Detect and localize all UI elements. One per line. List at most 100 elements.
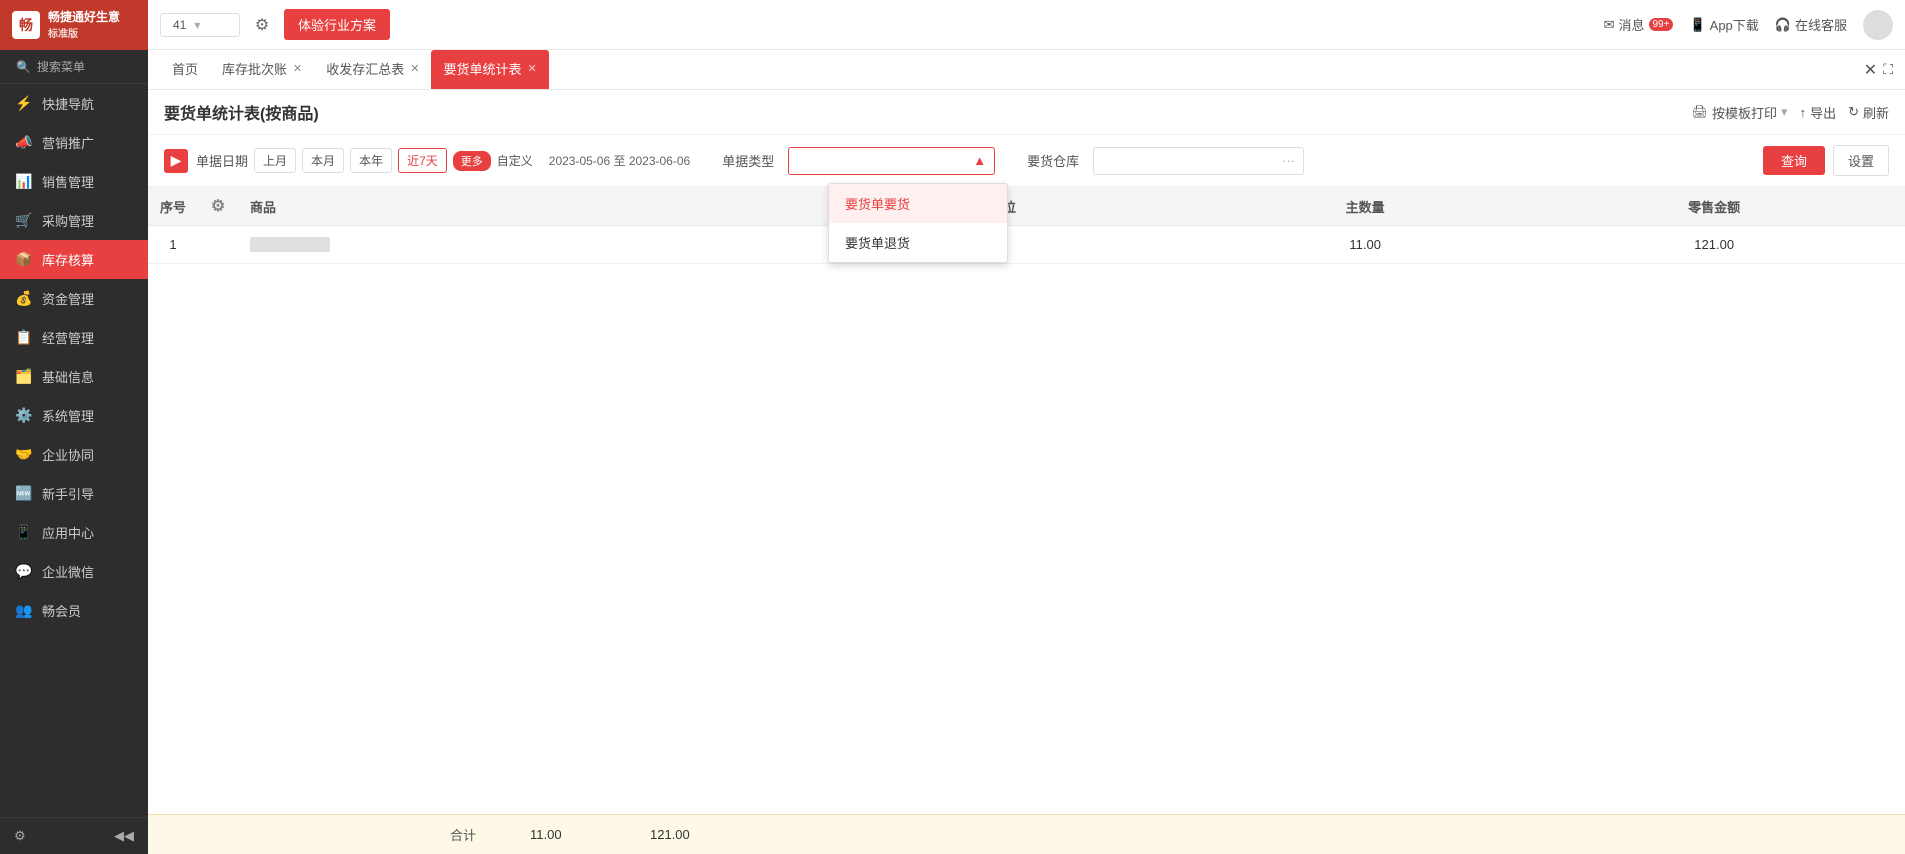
col-amount-header: 零售金额 [1523,187,1905,226]
close-tab-button[interactable]: ✕ [1864,60,1877,80]
type-select-caret-icon[interactable]: ▲ [973,153,986,168]
settings-button[interactable]: 设置 [1833,145,1889,176]
appstore-icon: 📱 [14,524,34,541]
topbar: 41 ▾ ⚙ 体验行业方案 ✉ 消息 99+ 📱 App下载 🎧 在线客服 [148,0,1905,50]
purchase-icon: 🛒 [14,212,34,229]
topbar-left: 41 ▾ ⚙ 体验行业方案 [160,9,1604,40]
print-action[interactable]: 🖨 按模板打印 ▾ [1692,103,1788,122]
logo-text: 畅捷通好生意 标准版 [48,10,120,39]
close-recv-send-tab-icon[interactable]: ✕ [410,62,419,75]
sidebar-item-system[interactable]: ⚙️ 系统管理 [0,396,148,435]
warehouse-select-input[interactable] [1102,153,1278,168]
maximize-tab-button[interactable]: ⛶ [1883,61,1893,78]
col-settings-header[interactable]: ⚙ [198,187,238,226]
tab-inventory-batch[interactable]: 库存批次账 ✕ [210,50,314,89]
cell-product [238,226,760,264]
type-select-box[interactable]: ▲ [788,147,995,175]
company-dropdown[interactable]: 41 ▾ [160,13,240,37]
sidebar-item-finance[interactable]: 💰 资金管理 [0,279,148,318]
cell-settings [198,226,238,264]
date-range-display: 2023-05-06 至 2023-06-06 [549,152,690,169]
warehouse-more-icon[interactable]: ··· [1282,153,1295,168]
cell-quantity: 11.00 [1207,226,1523,264]
basic-icon: 🗂️ [14,368,34,385]
date-filter-group: 单据日期 上月 本月 本年 近7天 更多 自定义 [196,148,533,173]
tab-recv-send-summary[interactable]: 收发存汇总表 ✕ [314,50,431,89]
sidebar-item-appstore[interactable]: 📱 应用中心 [0,513,148,552]
sidebar: 畅 畅捷通好生意 标准版 🔍 搜索菜单 ⚡ 快捷导航 📣 营销推广 📊 销售管理… [0,0,148,854]
sidebar-item-wechat[interactable]: 💬 企业微信 [0,552,148,591]
headset-icon: 🎧 [1775,17,1791,33]
topbar-gear-icon[interactable]: ⚙ [248,11,276,39]
table-footer: 合计 11.00 121.00 [148,814,1905,854]
date-7days-button[interactable]: 近7天 [398,148,447,173]
tab-requisition-summary[interactable]: 要货单统计表 ✕ [431,50,548,89]
industry-plan-button[interactable]: 体验行业方案 [284,9,390,40]
warehouse-select-box[interactable]: ··· [1093,147,1304,175]
total-amount: 121.00 [650,827,750,842]
sidebar-item-basic[interactable]: 🗂️ 基础信息 [0,357,148,396]
filter-expand-button[interactable]: ▶ [164,149,188,173]
app-download-button[interactable]: 📱 App下载 [1689,15,1758,34]
operations-icon: 📋 [14,329,34,346]
sidebar-item-inventory[interactable]: 📦 库存核算 [0,240,148,279]
export-icon: ↑ [1800,105,1807,120]
col-no-header: 序号 [148,187,198,226]
col-quantity-header: 主数量 [1207,187,1523,226]
print-dropdown-icon: ▾ [1781,104,1788,120]
table-row: 1 块 11.00 121.00 [148,226,1905,264]
table-settings-icon[interactable]: ⚙ [211,198,225,215]
sidebar-footer: ⚙ ◀◀ [0,817,148,854]
sidebar-scroll-controls: ◀◀ [54,828,134,844]
sidebar-item-guide[interactable]: 🆕 新手引导 [0,474,148,513]
refresh-action[interactable]: ↻ 刷新 [1848,103,1889,122]
type-dropdown-menu: 要货单要货 要货单退货 [828,183,1008,263]
user-avatar[interactable] [1863,10,1893,40]
sidebar-collapse-icon[interactable]: ◀◀ [114,828,134,844]
topbar-right: ✉ 消息 99+ 📱 App下载 🎧 在线客服 [1604,10,1893,40]
total-quantity: 11.00 [530,827,650,842]
warehouse-filter-group: 要货仓库 ··· [1027,147,1304,175]
tabs-actions: ✕ ⛶ [1864,60,1893,80]
sidebar-item-sales[interactable]: 📊 销售管理 [0,162,148,201]
date-more-button[interactable]: 更多 [453,151,491,171]
sidebar-item-enterprise[interactable]: 🤝 企业协同 [0,435,148,474]
total-label: 合计 [450,825,530,844]
sidebar-search[interactable]: 🔍 搜索菜单 [0,50,148,84]
sidebar-item-marketing[interactable]: 📣 营销推广 [0,123,148,162]
messages-button[interactable]: ✉ 消息 99+ [1604,15,1674,34]
dropdown-item-requisition-delivery[interactable]: 要货单要货 [829,184,1007,223]
dropdown-arrow-icon: ▾ [194,18,200,32]
page-content-area: 要货单统计表(按商品) 🖨 按模板打印 ▾ ↑ 导出 ↻ 刷新 ▶ [148,90,1905,854]
date-curr-month-button[interactable]: 本月 [302,148,344,173]
close-requisition-tab-icon[interactable]: ✕ [528,62,537,75]
table-header-row: 序号 ⚙ 商品 主计量单位 主数量 零售金额 [148,187,1905,226]
sidebar-item-member[interactable]: 👥 畅会员 [0,591,148,630]
sidebar-nav: ⚡ 快捷导航 📣 营销推广 📊 销售管理 🛒 采购管理 📦 库存核算 💰 资金管… [0,84,148,817]
date-curr-year-button[interactable]: 本年 [350,148,392,173]
inventory-icon: 📦 [14,251,34,268]
sidebar-item-purchase[interactable]: 🛒 采购管理 [0,201,148,240]
date-prev-month-button[interactable]: 上月 [254,148,296,173]
page-header-actions: 🖨 按模板打印 ▾ ↑ 导出 ↻ 刷新 [1692,103,1890,122]
close-inventory-batch-tab-icon[interactable]: ✕ [293,62,302,75]
tab-home[interactable]: 首页 [160,50,210,89]
data-table: 序号 ⚙ 商品 主计量单位 主数量 零售金额 1 [148,187,1905,264]
type-select-input[interactable] [797,153,973,168]
type-filter-group: 单据类型 ▲ [722,147,995,175]
date-custom-button[interactable]: 自定义 [497,152,533,169]
page-header: 要货单统计表(按商品) 🖨 按模板打印 ▾ ↑ 导出 ↻ 刷新 [148,90,1905,135]
col-product-header: 商品 [238,187,760,226]
logo-icon: 畅 [12,11,40,39]
message-icon: ✉ [1604,17,1615,33]
export-action[interactable]: ↑ 导出 [1800,103,1837,122]
marketing-icon: 📣 [14,134,34,151]
member-icon: 👥 [14,602,34,619]
sidebar-item-quick-nav[interactable]: ⚡ 快捷导航 [0,84,148,123]
dropdown-item-requisition-return[interactable]: 要货单退货 [829,223,1007,262]
online-service-button[interactable]: 🎧 在线客服 [1775,15,1847,34]
query-button[interactable]: 查询 [1763,146,1825,175]
sidebar-item-operations[interactable]: 📋 经营管理 [0,318,148,357]
main-content: 41 ▾ ⚙ 体验行业方案 ✉ 消息 99+ 📱 App下载 🎧 在线客服 [148,0,1905,854]
sidebar-settings-icon[interactable]: ⚙ [14,828,26,844]
